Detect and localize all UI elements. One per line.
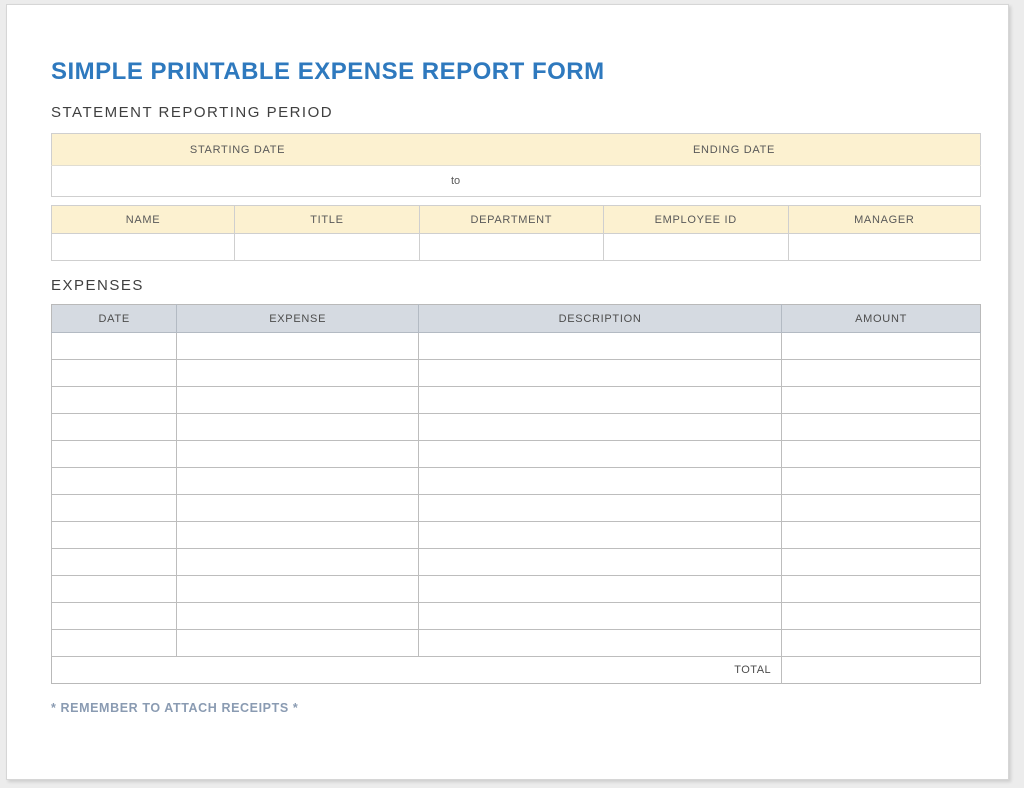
section-title-expenses: EXPENSES [51,277,144,294]
expense-input-cell[interactable] [417,602,783,630]
expense-input-cell[interactable] [417,629,783,657]
employee-header-row: NAME TITLE DEPARTMENT EMPLOYEE ID MANAGE… [51,205,982,234]
expense-input-cell[interactable] [176,413,419,441]
expense-row [50,386,981,414]
reporting-period-spacer-header [423,133,489,166]
expense-input-cell[interactable] [50,467,178,495]
ending-date-column-header: ENDING DATE [488,133,981,166]
expense-column-header: EXPENSE [176,304,419,333]
expense-input-cell[interactable] [417,386,783,414]
page-title: SIMPLE PRINTABLE EXPENSE REPORT FORM [51,58,605,85]
expense-input-cell[interactable] [781,602,981,630]
expense-input-cell[interactable] [176,602,419,630]
expense-input-cell[interactable] [417,575,783,603]
expense-input-cell[interactable] [176,386,419,414]
expense-row [50,413,981,441]
expenses-table: DATE EXPENSE DESCRIPTION AMOUNT TOTAL [50,304,981,684]
expense-input-cell[interactable] [417,413,783,441]
to-label: to [423,165,489,197]
amount-column-header: AMOUNT [781,304,981,333]
expense-row [50,494,981,522]
expense-input-cell[interactable] [417,359,783,387]
employee-id-column-header: EMPLOYEE ID [602,205,789,234]
expense-input-cell[interactable] [50,629,178,657]
expenses-header-row: DATE EXPENSE DESCRIPTION AMOUNT [51,304,981,333]
expense-input-cell[interactable] [417,494,783,522]
expense-input-cell[interactable] [176,629,419,657]
expense-input-cell[interactable] [417,332,783,360]
expense-row [50,359,981,387]
department-column-header: DEPARTMENT [418,205,604,234]
expense-input-cell[interactable] [781,359,981,387]
expense-input-cell[interactable] [50,413,178,441]
expense-row [50,548,981,576]
reporting-period-table: STARTING DATE ENDING DATE to [51,133,981,197]
expense-input-cell[interactable] [50,575,178,603]
starting-date-input-cell[interactable] [51,165,424,197]
ending-date-input-cell[interactable] [488,165,981,197]
expense-row [50,629,981,657]
expense-input-cell[interactable] [50,386,178,414]
expense-input-cell[interactable] [781,386,981,414]
expense-input-cell[interactable] [417,467,783,495]
expense-input-cell[interactable] [50,440,178,468]
expense-input-cell[interactable] [50,332,178,360]
expense-input-cell[interactable] [781,629,981,657]
expense-input-cell[interactable] [176,332,419,360]
expense-input-cell[interactable] [176,359,419,387]
employee-id-input-cell[interactable] [602,233,789,261]
document-page: SIMPLE PRINTABLE EXPENSE REPORT FORM STA… [6,4,1009,780]
expense-row [50,332,981,360]
manager-column-header: MANAGER [787,205,982,234]
expense-row [50,521,981,549]
reporting-period-header-row: STARTING DATE ENDING DATE [51,133,981,166]
name-column-header: NAME [51,205,235,234]
expense-input-cell[interactable] [781,413,981,441]
starting-date-column-header: STARTING DATE [51,133,424,166]
expense-row [50,440,981,468]
total-label: TOTAL [51,656,782,684]
expense-input-cell[interactable] [50,494,178,522]
expense-input-cell[interactable] [50,602,178,630]
description-column-header: DESCRIPTION [417,304,783,333]
expense-input-cell[interactable] [176,494,419,522]
expense-input-cell[interactable] [176,521,419,549]
receipts-reminder: * REMEMBER TO ATTACH RECEIPTS * [51,701,299,715]
title-input-cell[interactable] [234,233,420,261]
manager-input-cell[interactable] [787,233,982,261]
total-amount-input-cell[interactable] [781,656,981,684]
expense-input-cell[interactable] [781,332,981,360]
expense-input-cell[interactable] [781,440,981,468]
expense-row [50,602,981,630]
employee-value-row [51,233,982,261]
expense-row [50,467,981,495]
expense-input-cell[interactable] [781,467,981,495]
expense-input-cell[interactable] [781,548,981,576]
expense-input-cell[interactable] [50,521,178,549]
expense-input-cell[interactable] [781,575,981,603]
expense-input-cell[interactable] [176,440,419,468]
expense-input-cell[interactable] [176,575,419,603]
title-column-header: TITLE [234,205,420,234]
expense-input-cell[interactable] [50,359,178,387]
section-title-reporting-period: STATEMENT REPORTING PERIOD [51,104,334,121]
expense-input-cell[interactable] [781,494,981,522]
expense-input-cell[interactable] [781,521,981,549]
expense-input-cell[interactable] [176,467,419,495]
expense-input-cell[interactable] [176,548,419,576]
expense-input-cell[interactable] [50,548,178,576]
total-row: TOTAL [51,656,981,684]
expense-row [50,575,981,603]
expenses-body [50,332,981,657]
employee-info-table: NAME TITLE DEPARTMENT EMPLOYEE ID MANAGE… [51,205,982,261]
reporting-period-value-row: to [51,165,981,197]
name-input-cell[interactable] [51,233,235,261]
expense-input-cell[interactable] [417,440,783,468]
expense-input-cell[interactable] [417,521,783,549]
department-input-cell[interactable] [418,233,604,261]
expense-input-cell[interactable] [417,548,783,576]
date-column-header: DATE [51,304,178,333]
